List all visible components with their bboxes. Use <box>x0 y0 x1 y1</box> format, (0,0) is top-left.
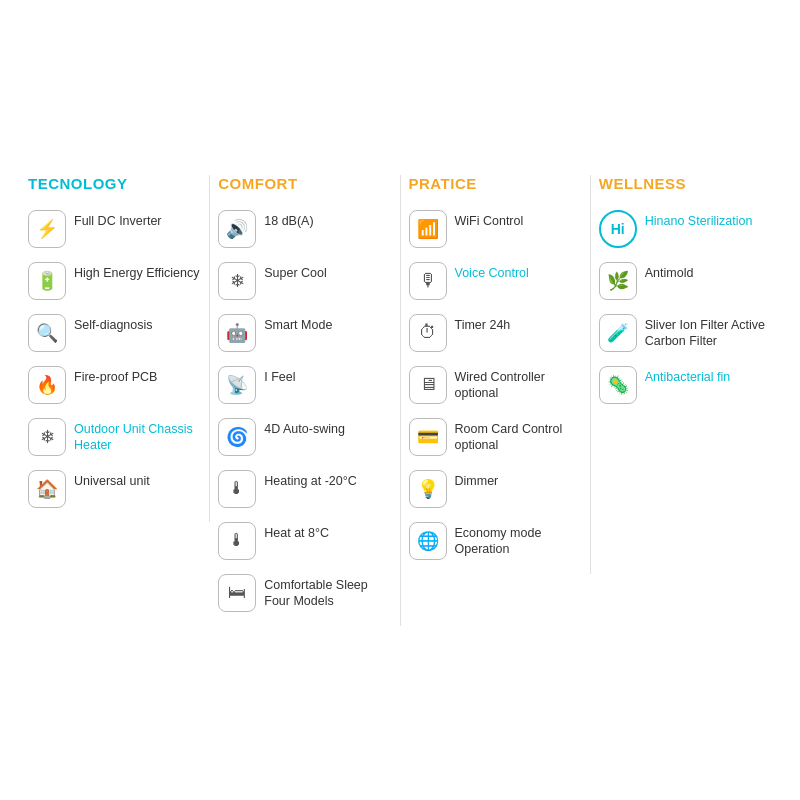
feature-label: Super Cool <box>264 262 327 282</box>
feature-icon: 🌿 <box>599 262 637 300</box>
feature-icon: 📡 <box>218 366 256 404</box>
feature-label: 18 dB(A) <box>264 210 313 230</box>
feature-label: Heat at 8°C <box>264 522 329 542</box>
feature-icon: 🖥 <box>409 366 447 404</box>
tecnology-title: TECNOLOGY <box>28 175 128 192</box>
feature-icon: 💡 <box>409 470 447 508</box>
feature-row: 💡 Dimmer <box>409 470 499 508</box>
feature-row: 🖥Wired Controller optional <box>409 366 582 404</box>
feature-label: WiFi Control <box>455 210 524 230</box>
feature-icon: 🦠 <box>599 366 637 404</box>
feature-icon: ❄ <box>218 262 256 300</box>
feature-row: Hi Hinano Sterilization <box>599 210 753 248</box>
feature-label: Smart Mode <box>264 314 332 334</box>
feature-icon: 🏠 <box>28 470 66 508</box>
feature-row: 🤖 Smart Mode <box>218 314 332 352</box>
feature-label: Fire-proof PCB <box>74 366 157 386</box>
feature-icon: 🤖 <box>218 314 256 352</box>
feature-row: ⏱ Timer 24h <box>409 314 511 352</box>
feature-row: 📡 I Feel <box>218 366 295 404</box>
feature-row: ❄Outdoor Unit Chassis Heater <box>28 418 201 456</box>
feature-icon: 🧪 <box>599 314 637 352</box>
feature-row: 🏠 Universal unit <box>28 470 150 508</box>
pratice-title: PRATICE <box>409 175 477 192</box>
wellness-title: WELLNESS <box>599 175 686 192</box>
feature-row: ❄ Super Cool <box>218 262 327 300</box>
feature-label: Antibacterial fin <box>645 366 730 386</box>
feature-icon: 🎙 <box>409 262 447 300</box>
column-pratice: PRATICE 📶 WiFi Control 🎙 Voice Control ⏱ Timer… <box>401 175 591 574</box>
feature-row: 🌐Economy mode Operation <box>409 522 582 560</box>
feature-label: Economy mode Operation <box>455 522 582 559</box>
feature-label: Heating at -20°C <box>264 470 357 490</box>
feature-label: 4D Auto-swing <box>264 418 345 438</box>
feature-label: Antimold <box>645 262 694 282</box>
column-comfort: COMFORT 🔊 18 dB(A) ❄ Super Cool 🤖 Smart Mode 📡 I… <box>210 175 400 626</box>
feature-row: 🔥 Fire-proof PCB <box>28 366 157 404</box>
feature-icon: ⚡ <box>28 210 66 248</box>
feature-icon: 🌐 <box>409 522 447 560</box>
feature-label: Wired Controller optional <box>455 366 582 403</box>
feature-icon: 🌡 <box>218 470 256 508</box>
feature-row: 🔍 Self-diagnosis <box>28 314 153 352</box>
feature-row: 🌿 Antimold <box>599 262 694 300</box>
feature-icon: 🌡 <box>218 522 256 560</box>
feature-icon: ⏱ <box>409 314 447 352</box>
feature-label: Comfortable Sleep Four Models <box>264 574 391 611</box>
feature-icon: 📶 <box>409 210 447 248</box>
feature-row: 🛏Comfortable Sleep Four Models <box>218 574 391 612</box>
feature-row: 🌀 4D Auto-swing <box>218 418 345 456</box>
feature-row: 🔋 High Energy Efficiency <box>28 262 200 300</box>
feature-row: 🎙 Voice Control <box>409 262 529 300</box>
feature-icon: 🌀 <box>218 418 256 456</box>
feature-row: 🌡 Heating at -20°C <box>218 470 357 508</box>
feature-icon: 🔋 <box>28 262 66 300</box>
feature-label: High Energy Efficiency <box>74 262 200 282</box>
feature-row: 🔊 18 dB(A) <box>218 210 313 248</box>
feature-icon: 🔥 <box>28 366 66 404</box>
feature-icon: Hi <box>599 210 637 248</box>
feature-label: Outdoor Unit Chassis Heater <box>74 418 201 455</box>
feature-icon: 🛏 <box>218 574 256 612</box>
column-wellness: WELLNESS Hi Hinano Sterilization 🌿 Antimold 🧪… <box>591 175 780 418</box>
feature-label: Full DC Inverter <box>74 210 162 230</box>
feature-label: Universal unit <box>74 470 150 490</box>
feature-row: ⚡ Full DC Inverter <box>28 210 162 248</box>
feature-row: 📶 WiFi Control <box>409 210 524 248</box>
feature-row: 💳Room Card Control optional <box>409 418 582 456</box>
column-tecnology: TECNOLOGY ⚡ Full DC Inverter 🔋 High Energy E… <box>20 175 210 522</box>
feature-icon: ❄ <box>28 418 66 456</box>
feature-row: 🌡 Heat at 8°C <box>218 522 329 560</box>
features-container: TECNOLOGY ⚡ Full DC Inverter 🔋 High Energy E… <box>10 155 790 646</box>
feature-label: Dimmer <box>455 470 499 490</box>
feature-label: Self-diagnosis <box>74 314 153 334</box>
feature-label: Room Card Control optional <box>455 418 582 455</box>
feature-icon: 💳 <box>409 418 447 456</box>
feature-label: Hinano Sterilization <box>645 210 753 230</box>
comfort-title: COMFORT <box>218 175 297 192</box>
feature-icon: 🔍 <box>28 314 66 352</box>
feature-label: I Feel <box>264 366 295 386</box>
feature-row: 🦠 Antibacterial fin <box>599 366 730 404</box>
feature-row: 🧪Sliver Ion Filter Active Carbon Filter <box>599 314 772 352</box>
feature-label: Sliver Ion Filter Active Carbon Filter <box>645 314 772 351</box>
feature-icon: 🔊 <box>218 210 256 248</box>
feature-label: Voice Control <box>455 262 529 282</box>
feature-label: Timer 24h <box>455 314 511 334</box>
